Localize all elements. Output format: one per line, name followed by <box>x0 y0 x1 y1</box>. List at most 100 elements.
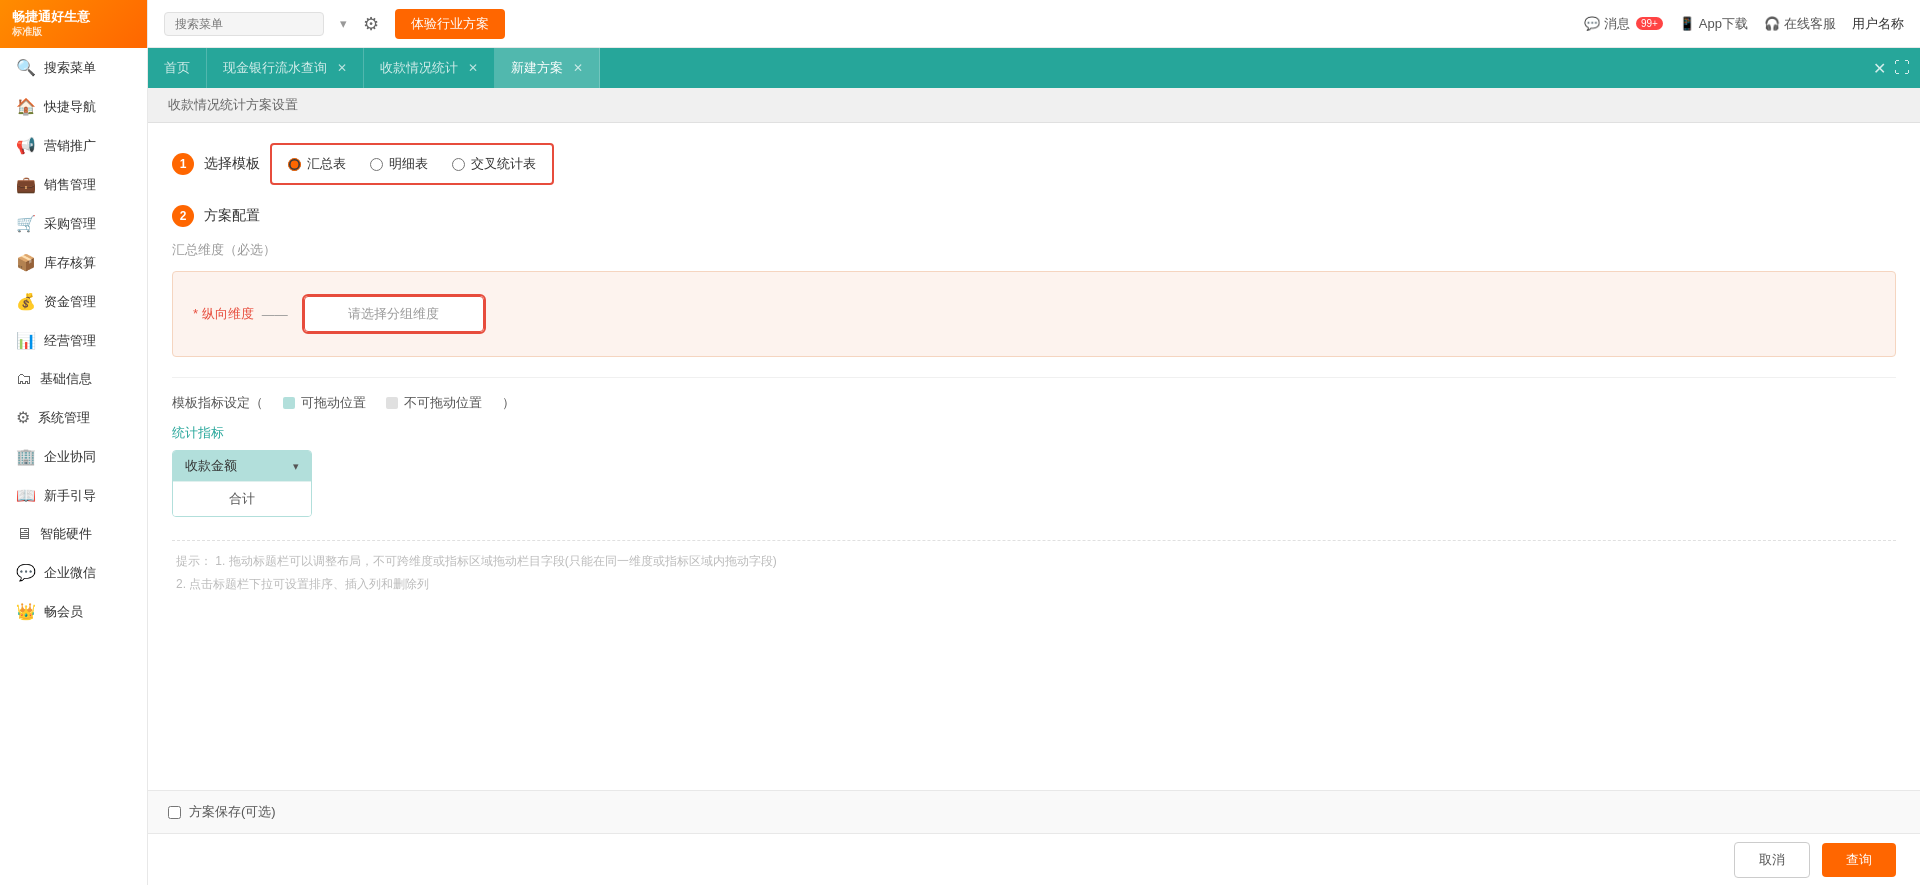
step2-header: 2 方案配置 <box>172 205 1896 227</box>
header-actions: 💬 消息 99+ 📱 App下载 🎧 在线客服 用户名称 <box>1584 15 1904 33</box>
save-checkbox[interactable] <box>168 806 181 819</box>
tab-bar: 首页 现金银行流水查询 ✕ 收款情况统计 ✕ 新建方案 ✕ ✕ ⛶ <box>148 48 1920 88</box>
tab-close-all-icon[interactable]: ✕ <box>1873 59 1886 78</box>
sidebar-item-label: 畅会员 <box>44 603 83 621</box>
top-header: ▾ ⚙ 体验行业方案 💬 消息 99+ 📱 App下载 🎧 在线客服 用户名称 <box>148 0 1920 48</box>
dimension-area: * 纵向维度 —— 请选择分组维度 <box>172 271 1896 357</box>
hardware-icon: 🖥 <box>16 525 32 543</box>
save-label[interactable]: 方案保存(可选) <box>189 803 276 821</box>
sidebar-item-label: 智能硬件 <box>40 525 92 543</box>
service-action[interactable]: 🎧 在线客服 <box>1764 15 1836 33</box>
message-action[interactable]: 💬 消息 99+ <box>1584 15 1663 33</box>
draggable-dot <box>283 397 295 409</box>
sidebar-item-search[interactable]: 🔍 搜索菜单 <box>0 48 147 87</box>
action-bar: 取消 查询 <box>148 833 1920 885</box>
tips-section: 提示： 1. 拖动标题栏可以调整布局，不可跨维度或指标区域拖动栏目字段(只能在同… <box>172 540 1896 611</box>
metrics-table-header-text: 收款金额 <box>185 457 237 475</box>
tip-1: 提示： 1. 拖动标题栏可以调整布局，不可跨维度或指标区域拖动栏目字段(只能在同… <box>172 553 1896 570</box>
sidebar-item-system[interactable]: ⚙ 系统管理 <box>0 398 147 437</box>
sidebar-item-basic[interactable]: 🗂 基础信息 <box>0 360 147 398</box>
template-options: 汇总表 明细表 交叉统计表 <box>270 143 554 185</box>
tab-close-icon[interactable]: ✕ <box>337 61 347 75</box>
gear-icon[interactable]: ⚙ <box>363 13 379 35</box>
sales-icon: 💼 <box>16 175 36 194</box>
tab-label: 首页 <box>164 59 190 77</box>
management-icon: 📊 <box>16 331 36 350</box>
sidebar-item-label: 采购管理 <box>44 215 96 233</box>
step2-section: 2 方案配置 汇总维度（必选） * 纵向维度 —— 请选择分组维度 <box>172 205 1896 611</box>
radio-detail[interactable]: 明细表 <box>370 155 428 173</box>
dimension-section-title: 汇总维度（必选） <box>172 241 1896 259</box>
sidebar-item-label: 企业微信 <box>44 564 96 582</box>
metrics-dropdown-icon[interactable]: ▾ <box>293 460 299 473</box>
cancel-button[interactable]: 取消 <box>1734 842 1810 878</box>
legend-close: ） <box>502 394 515 412</box>
purchase-icon: 🛒 <box>16 214 36 233</box>
sidebar-item-inventory[interactable]: 📦 库存核算 <box>0 243 147 282</box>
metrics-table-header: 收款金额 ▾ <box>173 451 311 481</box>
non-draggable-dot <box>386 397 398 409</box>
page-title: 收款情况统计方案设置 <box>168 97 298 112</box>
dimension-select[interactable]: 请选择分组维度 <box>304 296 484 332</box>
radio-summary-label: 汇总表 <box>307 155 346 173</box>
metrics-config: 模板指标设定（ 可拖动位置 不可拖动位置 ） 统计指标 <box>172 377 1896 520</box>
sidebar-item-management[interactable]: 📊 经营管理 <box>0 321 147 360</box>
radio-summary-input[interactable] <box>288 158 301 171</box>
sidebar-item-label: 销售管理 <box>44 176 96 194</box>
sidebar-item-label: 系统管理 <box>38 409 90 427</box>
message-label: 消息 <box>1604 15 1630 33</box>
message-badge: 99+ <box>1636 17 1663 30</box>
sidebar-item-label: 新手引导 <box>44 487 96 505</box>
system-icon: ⚙ <box>16 408 30 427</box>
sidebar-item-label: 库存核算 <box>44 254 96 272</box>
enterprise-icon: 🏢 <box>16 447 36 466</box>
tab-home[interactable]: 首页 <box>148 48 207 88</box>
sidebar-item-marketing[interactable]: 📢 营销推广 <box>0 126 147 165</box>
tab-new-plan[interactable]: 新建方案 ✕ <box>495 48 600 88</box>
sidebar-item-hardware[interactable]: 🖥 智能硬件 <box>0 515 147 553</box>
legend-non-draggable: 不可拖动位置 <box>386 394 482 412</box>
sidebar-item-member[interactable]: 👑 畅会员 <box>0 592 147 631</box>
tab-close-icon[interactable]: ✕ <box>573 61 583 75</box>
search-input[interactable] <box>164 12 324 36</box>
tab-receivables[interactable]: 收款情况统计 ✕ <box>364 48 495 88</box>
tab-label: 新建方案 <box>511 59 563 77</box>
form-container: 1 选择模板 汇总表 明细表 <box>148 123 1920 790</box>
sidebar-item-wechat[interactable]: 💬 企业微信 <box>0 553 147 592</box>
sidebar: 畅捷通好生意 标准版 🔍 搜索菜单 🏠 快捷导航 📢 营销推广 💼 销售管理 🛒… <box>0 0 148 885</box>
trial-button[interactable]: 体验行业方案 <box>395 9 505 39</box>
sidebar-item-label: 营销推广 <box>44 137 96 155</box>
query-button[interactable]: 查询 <box>1822 843 1896 877</box>
sidebar-item-label: 快捷导航 <box>44 98 96 116</box>
metrics-table: 收款金额 ▾ 合计 <box>172 450 312 517</box>
radio-summary[interactable]: 汇总表 <box>288 155 346 173</box>
user-name[interactable]: 用户名称 <box>1852 15 1904 33</box>
tab-spacer <box>600 48 1863 88</box>
radio-detail-input[interactable] <box>370 158 383 171</box>
sidebar-item-finance[interactable]: 💰 资金管理 <box>0 282 147 321</box>
metrics-header: 模板指标设定（ 可拖动位置 不可拖动位置 ） <box>172 394 1896 412</box>
radio-cross-input[interactable] <box>452 158 465 171</box>
dimension-placeholder: 请选择分组维度 <box>348 305 439 323</box>
save-option: 方案保存(可选) <box>148 790 1920 833</box>
dimension-title-text: 汇总维度（必选） <box>172 242 276 257</box>
sidebar-item-label: 搜索菜单 <box>44 59 96 77</box>
tab-cashflow[interactable]: 现金银行流水查询 ✕ <box>207 48 364 88</box>
tab-close-icon[interactable]: ✕ <box>468 61 478 75</box>
download-action[interactable]: 📱 App下载 <box>1679 15 1748 33</box>
step1-title: 选择模板 <box>204 155 260 173</box>
dropdown-icon[interactable]: ▾ <box>340 16 347 31</box>
message-icon: 💬 <box>1584 16 1600 31</box>
tab-actions: ✕ ⛶ <box>1863 48 1920 88</box>
search-icon: 🔍 <box>16 58 36 77</box>
radio-cross[interactable]: 交叉统计表 <box>452 155 536 173</box>
sidebar-item-enterprise[interactable]: 🏢 企业协同 <box>0 437 147 476</box>
sidebar-item-sales[interactable]: 💼 销售管理 <box>0 165 147 204</box>
logo-text: 畅捷通好生意 <box>12 9 90 25</box>
tab-expand-icon[interactable]: ⛶ <box>1894 59 1910 77</box>
sidebar-item-guide[interactable]: 📖 新手引导 <box>0 476 147 515</box>
sidebar-item-nav[interactable]: 🏠 快捷导航 <box>0 87 147 126</box>
step1-section: 1 选择模板 汇总表 明细表 <box>172 143 1896 185</box>
metrics-config-title: 模板指标设定（ <box>172 394 263 412</box>
sidebar-item-purchase[interactable]: 🛒 采购管理 <box>0 204 147 243</box>
